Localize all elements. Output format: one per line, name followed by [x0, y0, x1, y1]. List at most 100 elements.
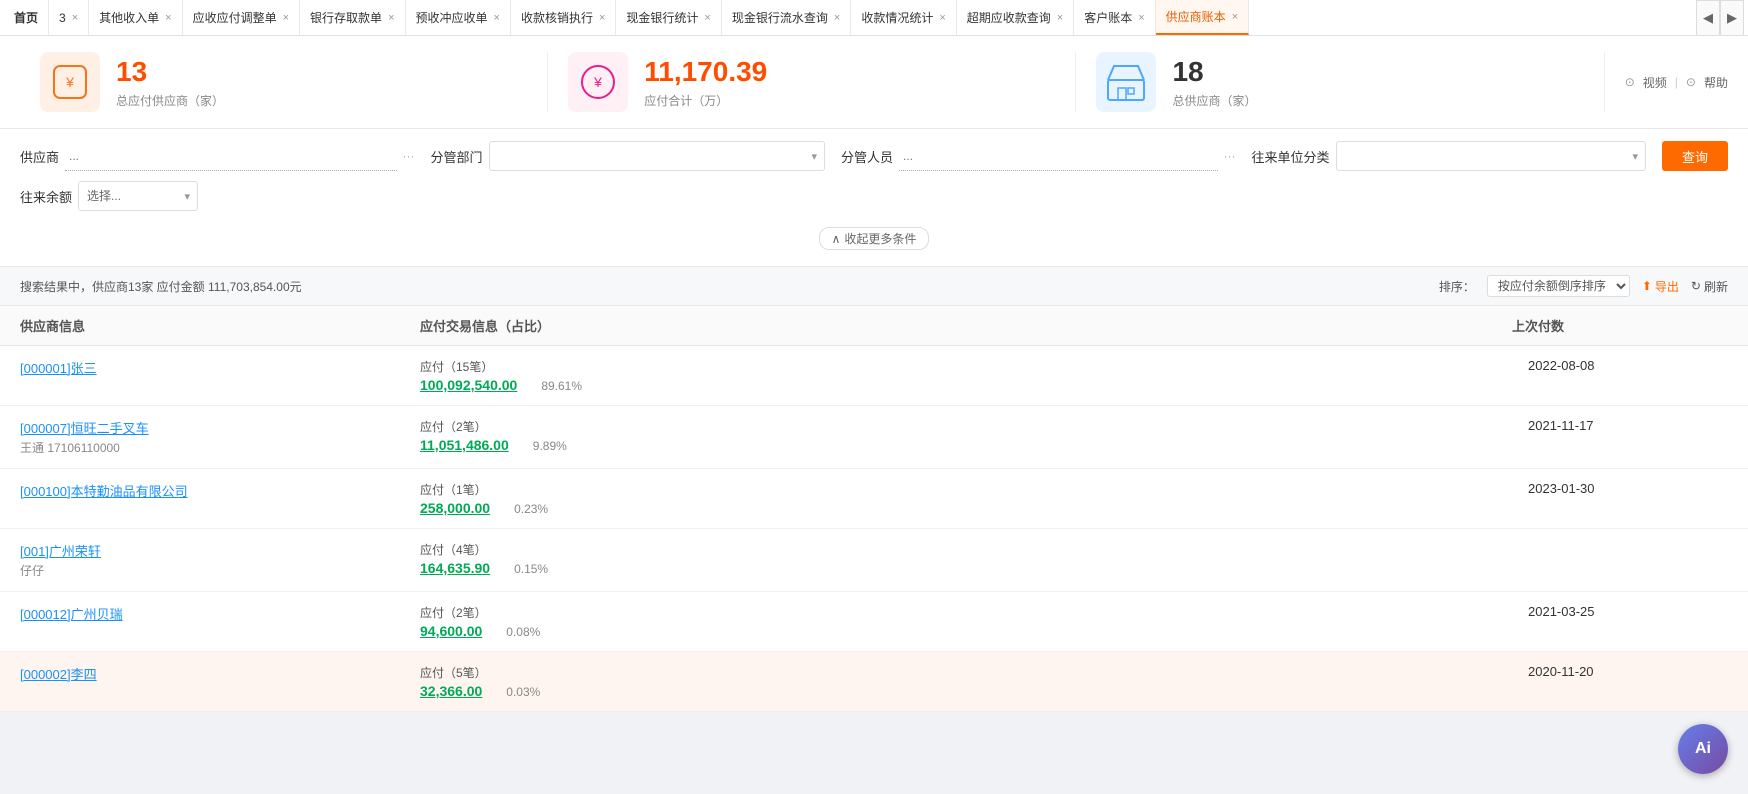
- other-income-label: 其他收入单: [99, 9, 159, 26]
- transaction-info-5: 应付（2笔） 94,600.00 0.08%: [420, 604, 1528, 639]
- close-icon[interactable]: ×: [1138, 12, 1144, 24]
- category-select-wrapper: ▾: [1336, 141, 1646, 171]
- trans-row-4: 164,635.90 0.15%: [420, 558, 1528, 576]
- nav-tab-bank-deposit[interactable]: 银行存取款单 ×: [300, 0, 405, 35]
- results-summary: 搜索结果中，供应商13家 应付金额 111,703,854.00元: [20, 278, 302, 295]
- nav-tab-3[interactable]: 3 ×: [49, 0, 89, 35]
- close-icon[interactable]: ×: [165, 12, 171, 24]
- refresh-label: 刷新: [1704, 278, 1728, 295]
- customer-book-label: 客户账本: [1084, 9, 1132, 26]
- export-button[interactable]: ⬆ 导出: [1642, 278, 1679, 295]
- export-label: 导出: [1655, 278, 1679, 295]
- trans-label-3: 应付（1笔）: [420, 481, 1528, 498]
- filter-area: 供应商 ··· 分管部门 ▾ 分管人员 ··· 往来单位分类: [0, 129, 1748, 267]
- nav-arrows: ◀ ▶: [1696, 0, 1744, 36]
- nav-prev-button[interactable]: ◀: [1696, 0, 1720, 36]
- supplier-input[interactable]: [65, 141, 396, 171]
- header-lastpay: 上次付数: [1512, 316, 1712, 335]
- filter-row-1: 供应商 ··· 分管部门 ▾ 分管人员 ··· 往来单位分类: [20, 141, 1728, 171]
- nav-tab-overdue[interactable]: 超期应收款查询 ×: [957, 0, 1074, 35]
- supplier-link-6[interactable]: [000002]李四: [20, 664, 420, 683]
- trans-label-6: 应付（5笔）: [420, 664, 1528, 681]
- refresh-button[interactable]: ↻ 刷新: [1691, 278, 1728, 295]
- close-icon[interactable]: ×: [494, 12, 500, 24]
- trans-label-4: 应付（4笔）: [420, 541, 1528, 558]
- trans-amount-1[interactable]: 100,092,540.00: [420, 377, 517, 393]
- nav-tab-prepay[interactable]: 预收冲应收单 ×: [406, 0, 511, 35]
- nav-next-button[interactable]: ▶: [1720, 0, 1744, 36]
- help-link[interactable]: 帮助: [1704, 74, 1728, 91]
- supplier-filter-label: 供应商: [20, 147, 59, 166]
- category-select[interactable]: [1336, 141, 1646, 171]
- payable-supplier-icon: ¥: [40, 52, 100, 112]
- supplier-link-2[interactable]: [000007]恒旺二手叉车: [20, 418, 420, 437]
- dept-filter: 分管部门 ▾: [431, 141, 826, 171]
- close-icon[interactable]: ×: [283, 12, 289, 24]
- header-supplier: 供应商信息: [20, 316, 420, 335]
- nav-tab-home[interactable]: 首页: [4, 0, 49, 35]
- person-filter: 分管人员 ···: [841, 141, 1236, 171]
- supplier-info-5: [000012]广州贝瑞: [20, 604, 420, 639]
- cash-stat-label: 现金银行统计: [626, 9, 698, 26]
- nav-tab-verify[interactable]: 收款核销执行 ×: [511, 0, 616, 35]
- trans-row-5: 94,600.00 0.08%: [420, 621, 1528, 639]
- person-dots-icon[interactable]: ···: [1224, 149, 1236, 163]
- collapse-button[interactable]: ∧ 收起更多条件: [819, 227, 930, 250]
- cash-query-label: 现金银行流水查询: [732, 9, 828, 26]
- close-icon[interactable]: ×: [599, 12, 605, 24]
- supplier-book-label: 供应商账本: [1166, 8, 1226, 25]
- payable-supplier-info: 13 总应付供应商（家）: [116, 55, 224, 110]
- ai-label: Ai: [1695, 740, 1711, 758]
- trans-amount-5[interactable]: 94,600.00: [420, 623, 482, 639]
- results-bar: 搜索结果中，供应商13家 应付金额 111,703,854.00元 排序： 按应…: [0, 267, 1748, 306]
- dept-select[interactable]: [489, 141, 825, 171]
- nav-tab-customer-book[interactable]: 客户账本 ×: [1074, 0, 1155, 35]
- supplier-dots-icon[interactable]: ···: [403, 149, 415, 163]
- refresh-icon: ↻: [1691, 279, 1701, 293]
- nav-tab-supplier-book[interactable]: 供应商账本 ×: [1156, 0, 1249, 35]
- trans-amount-2[interactable]: 11,051,486.00: [420, 437, 509, 453]
- supplier-filter: 供应商 ···: [20, 141, 415, 171]
- person-input[interactable]: [899, 141, 1217, 171]
- close-icon[interactable]: ×: [388, 12, 394, 24]
- close-icon[interactable]: ×: [704, 12, 710, 24]
- dept-select-wrapper: ▾: [489, 141, 825, 171]
- trans-label-2: 应付（2笔）: [420, 418, 1528, 435]
- close-icon[interactable]: ×: [1232, 11, 1238, 23]
- supplier-link-4[interactable]: [001]广州荣轩: [20, 541, 420, 560]
- supplier-link-5[interactable]: [000012]广州贝瑞: [20, 604, 420, 623]
- top-right-links: ⊙ 视频 | ⊙ 帮助: [1625, 74, 1728, 91]
- close-icon[interactable]: ×: [1057, 12, 1063, 24]
- lastpay-1: 2022-08-08: [1528, 358, 1728, 393]
- ai-button[interactable]: Ai: [1678, 724, 1728, 774]
- sort-label: 排序：: [1439, 278, 1475, 295]
- total-supplier-count: 18: [1172, 55, 1256, 89]
- trans-percent-4: 0.15%: [514, 562, 548, 576]
- svg-text:¥: ¥: [65, 74, 74, 90]
- collapse-up-icon: ∧: [832, 232, 841, 246]
- trans-amount-6[interactable]: 32,366.00: [420, 683, 482, 699]
- nav-tab-adjust[interactable]: 应收应付调整单 ×: [183, 0, 300, 35]
- close-icon[interactable]: ×: [834, 12, 840, 24]
- nav-tab-collection-stat[interactable]: 收款情况统计 ×: [851, 0, 956, 35]
- close-icon[interactable]: ×: [939, 12, 945, 24]
- close-icon[interactable]: ×: [72, 12, 78, 24]
- payable-supplier-count: 13: [116, 55, 224, 89]
- video-link[interactable]: 视频: [1643, 74, 1667, 91]
- supplier-link-1[interactable]: [000001]张三: [20, 358, 420, 377]
- balance-select[interactable]: 选择...: [78, 181, 198, 211]
- trans-amount-4[interactable]: 164,635.90: [420, 560, 490, 576]
- sort-select[interactable]: 按应付余额倒序排序: [1487, 275, 1630, 297]
- search-button[interactable]: 查询: [1662, 141, 1728, 171]
- trans-amount-3[interactable]: 258,000.00: [420, 500, 490, 516]
- supplier-link-3[interactable]: [000100]本特勤油品有限公司: [20, 481, 420, 500]
- lastpay-4: [1528, 541, 1728, 579]
- total-payable-label: 应付合计（万）: [644, 92, 767, 109]
- supplier-info-3: [000100]本特勤油品有限公司: [20, 481, 420, 516]
- transaction-info-2: 应付（2笔） 11,051,486.00 9.89%: [420, 418, 1528, 456]
- nav-tab-cash-query[interactable]: 现金银行流水查询 ×: [722, 0, 851, 35]
- nav-tab-cash-stat[interactable]: 现金银行统计 ×: [616, 0, 721, 35]
- trans-row-6: 32,366.00 0.03%: [420, 681, 1528, 699]
- total-supplier-info: 18 总供应商（家）: [1172, 55, 1256, 110]
- nav-tab-other-income[interactable]: 其他收入单 ×: [89, 0, 182, 35]
